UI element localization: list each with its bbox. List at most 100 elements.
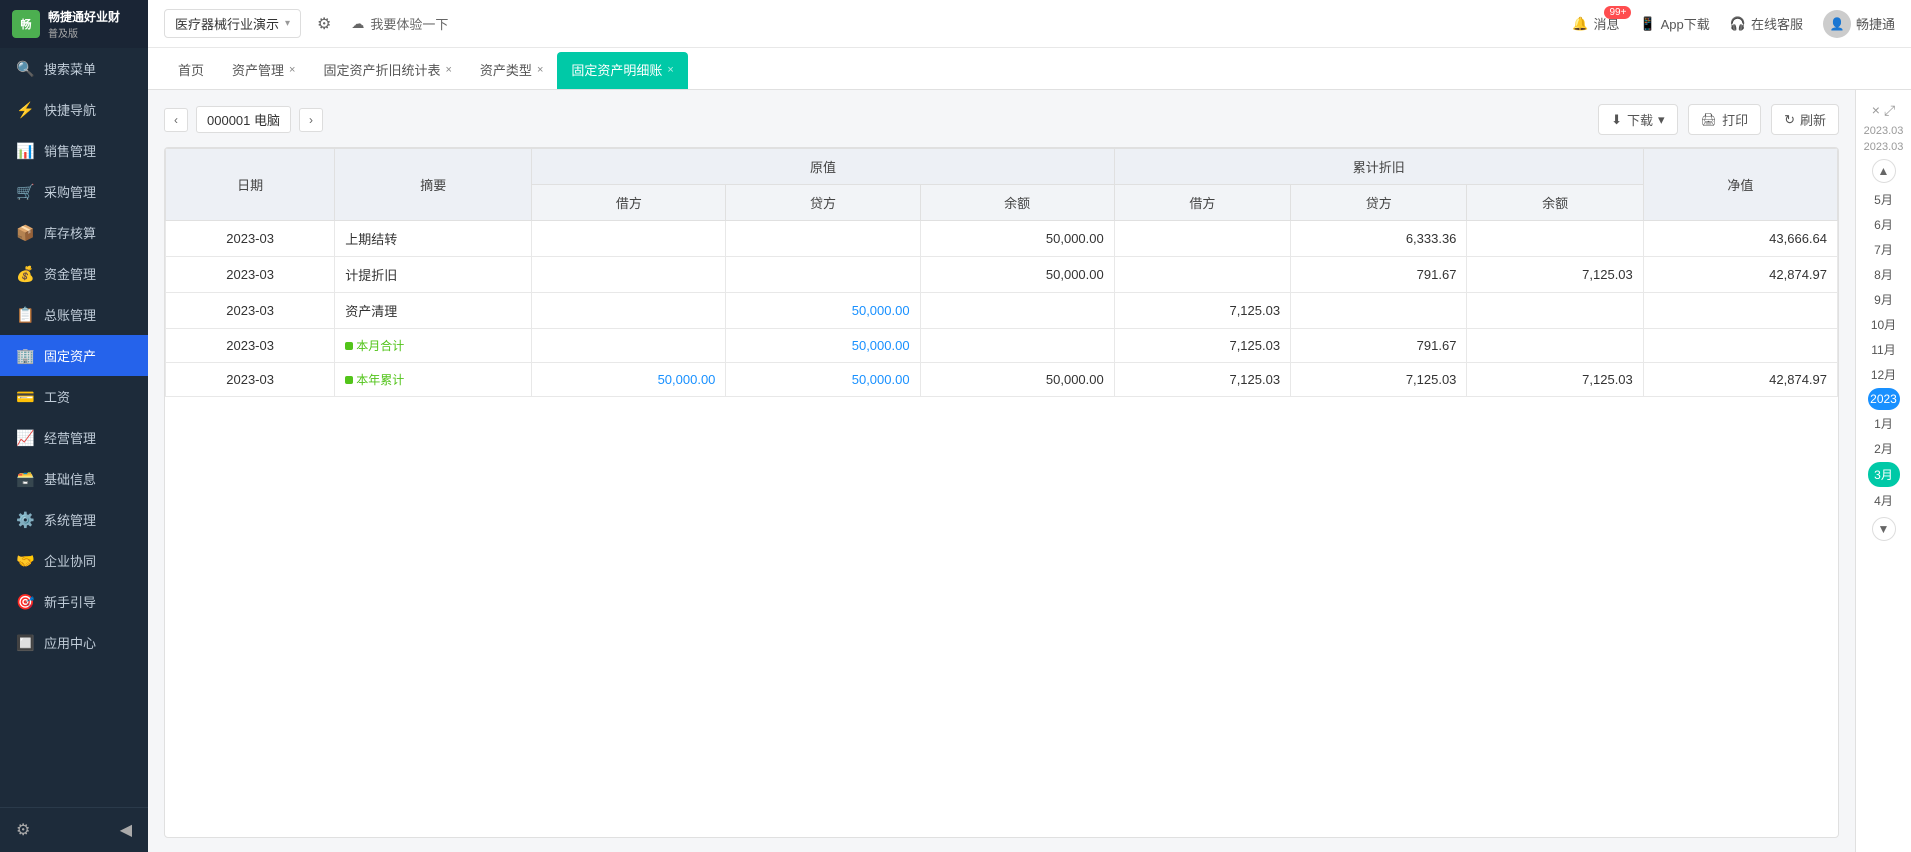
sidebar-item-label: 系统管理: [44, 510, 96, 529]
basics-icon: 🗃️: [16, 470, 34, 488]
tab-asset-detail-close[interactable]: ×: [667, 64, 673, 76]
sidebar-item-guide[interactable]: 🎯 新手引导: [0, 581, 148, 622]
timeline-year-2023[interactable]: 2023: [1868, 388, 1900, 410]
sidebar-item-collab[interactable]: 🤝 企业协同: [0, 540, 148, 581]
timeline-expand-btn[interactable]: ⤢: [1884, 102, 1895, 119]
timeline-month-1[interactable]: 1月: [1856, 411, 1911, 436]
cell-ad-credit: 791.67: [1291, 257, 1467, 293]
customer-service-btn[interactable]: 🎧 在线客服: [1730, 14, 1803, 33]
cell-ad-credit: 7,125.03: [1291, 363, 1467, 397]
guide-icon: 🎯: [16, 593, 34, 611]
cloud-icon: ☁: [351, 16, 364, 32]
cell-date: 2023-03: [166, 221, 335, 257]
user-btn[interactable]: 👤 畅捷通: [1823, 10, 1895, 38]
cell-ad-balance: [1467, 221, 1643, 257]
timeline-month-7[interactable]: 7月: [1856, 237, 1911, 262]
print-btn[interactable]: 🖨 打印: [1688, 104, 1762, 135]
timeline-month-4[interactable]: 4月: [1856, 488, 1911, 513]
cell-date: 2023-03: [166, 363, 335, 397]
cell-net-value: 42,874.97: [1643, 257, 1837, 293]
timeline-month-10[interactable]: 10月: [1856, 312, 1911, 337]
settings-icon[interactable]: ⚙: [16, 820, 30, 840]
cell-ov-balance: 50,000.00: [920, 257, 1114, 293]
th-ad-debit: 借方: [1114, 185, 1290, 221]
cell-summary: 资产清理: [335, 293, 532, 329]
download-btn[interactable]: ⬇ 下载 ▾: [1598, 104, 1677, 135]
tab-asset-mgmt[interactable]: 资产管理 ×: [218, 52, 309, 89]
cell-ov-debit: [532, 329, 726, 363]
sidebar-item-app-center[interactable]: 🔲 应用中心: [0, 622, 148, 663]
timeline-close-btn[interactable]: ×: [1872, 102, 1880, 119]
th-date: 日期: [166, 149, 335, 221]
sidebar-item-basics[interactable]: 🗃️ 基础信息: [0, 458, 148, 499]
cell-summary: 本月合计: [335, 329, 532, 363]
sidebar: 畅 畅捷通好业财 普及版 🔍 搜索菜单 ⚡ 快捷导航 📊 销售管理 🛒 采购管理…: [0, 0, 148, 852]
cell-net-value: [1643, 329, 1837, 363]
sidebar-item-fixed-assets[interactable]: 🏢 固定资产: [0, 335, 148, 376]
timeline-month-3[interactable]: 3月: [1868, 462, 1900, 487]
cell-summary: 计提折旧: [335, 257, 532, 293]
tab-asset-type[interactable]: 资产类型 ×: [466, 52, 557, 89]
sidebar-header: 畅 畅捷通好业财 普及版: [0, 0, 148, 48]
app-download-btn[interactable]: 📱 App下载: [1639, 14, 1709, 33]
cell-ad-credit: 791.67: [1291, 329, 1467, 363]
cell-ov-credit: 50,000.00: [726, 363, 920, 397]
experience-btn[interactable]: ☁ 我要体验一下: [351, 14, 448, 33]
collapse-icon[interactable]: ◀: [120, 820, 132, 840]
payroll-icon: 💳: [16, 388, 34, 406]
sidebar-item-system[interactable]: ⚙️ 系统管理: [0, 499, 148, 540]
sidebar-item-funds[interactable]: 💰 资金管理: [0, 253, 148, 294]
sidebar-item-label: 搜索菜单: [44, 59, 96, 78]
timeline-month-11[interactable]: 11月: [1856, 337, 1911, 362]
funds-icon: 💰: [16, 265, 34, 283]
timeline-year-top-1: 2023.03: [1856, 123, 1911, 139]
tab-depreciation-stat[interactable]: 固定资产折旧统计表 ×: [309, 52, 465, 89]
nav-prev-btn[interactable]: ‹: [164, 108, 188, 132]
sidebar-item-search[interactable]: 🔍 搜索菜单: [0, 48, 148, 89]
timeline-scroll-down-btn[interactable]: ▼: [1872, 517, 1896, 541]
timeline-month-12[interactable]: 12月: [1856, 362, 1911, 387]
download-chevron-icon: ▾: [1658, 112, 1665, 128]
content-main: ‹ 000001 电脑 › ⬇ 下载 ▾ 🖨 打印: [148, 90, 1855, 852]
th-ad-balance: 余额: [1467, 185, 1643, 221]
tag-green: 本月合计: [345, 337, 404, 354]
sidebar-item-quick-nav[interactable]: ⚡ 快捷导航: [0, 89, 148, 130]
company-selector[interactable]: 医疗器械行业演示 ▾: [164, 9, 301, 38]
tab-asset-type-close[interactable]: ×: [537, 64, 543, 76]
timeline-month-9[interactable]: 9月: [1856, 287, 1911, 312]
asset-code-display: 000001 电脑: [196, 106, 291, 133]
refresh-label: 刷新: [1800, 110, 1826, 129]
timeline-month-8[interactable]: 8月: [1856, 262, 1911, 287]
sidebar-item-purchase[interactable]: 🛒 采购管理: [0, 171, 148, 212]
nav-next-btn[interactable]: ›: [299, 108, 323, 132]
cell-summary: 本年累计: [335, 363, 532, 397]
customer-service-label: 在线客服: [1751, 14, 1803, 33]
tab-home[interactable]: 首页: [164, 52, 218, 89]
notification-btn[interactable]: 🔔 消息 99+: [1572, 14, 1619, 33]
th-ov-credit: 贷方: [726, 185, 920, 221]
cell-ov-debit: [532, 257, 726, 293]
app-download-label: App下载: [1661, 14, 1710, 33]
cell-summary: 上期结转: [335, 221, 532, 257]
sidebar-item-operations[interactable]: 📈 经营管理: [0, 417, 148, 458]
tab-asset-mgmt-close[interactable]: ×: [289, 64, 295, 76]
sidebar-item-sales[interactable]: 📊 销售管理: [0, 130, 148, 171]
refresh-btn[interactable]: ↻ 刷新: [1771, 104, 1839, 135]
cell-net-value: 43,666.64: [1643, 221, 1837, 257]
sidebar-item-label: 资金管理: [44, 264, 96, 283]
timeline-month-6[interactable]: 6月: [1856, 212, 1911, 237]
cell-ov-credit: [726, 257, 920, 293]
sidebar-item-inventory[interactable]: 📦 库存核算: [0, 212, 148, 253]
timeline-month-2[interactable]: 2月: [1856, 436, 1911, 461]
sidebar-item-payroll[interactable]: 💳 工资: [0, 376, 148, 417]
cell-ov-credit: 50,000.00: [726, 329, 920, 363]
cell-ad-balance: 7,125.03: [1467, 257, 1643, 293]
table-row: 2023-03 本月合计 50,000.00 7,125.03 791.67: [166, 329, 1838, 363]
timeline-month-5[interactable]: 5月: [1856, 187, 1911, 212]
cell-ov-credit: [726, 221, 920, 257]
sidebar-item-ledger[interactable]: 📋 总账管理: [0, 294, 148, 335]
settings-gear-icon[interactable]: ⚙: [317, 14, 331, 34]
timeline-scroll-up-btn[interactable]: ▲: [1872, 159, 1896, 183]
tab-asset-detail[interactable]: 固定资产明细账 ×: [557, 52, 687, 89]
tab-depreciation-stat-close[interactable]: ×: [445, 64, 451, 76]
